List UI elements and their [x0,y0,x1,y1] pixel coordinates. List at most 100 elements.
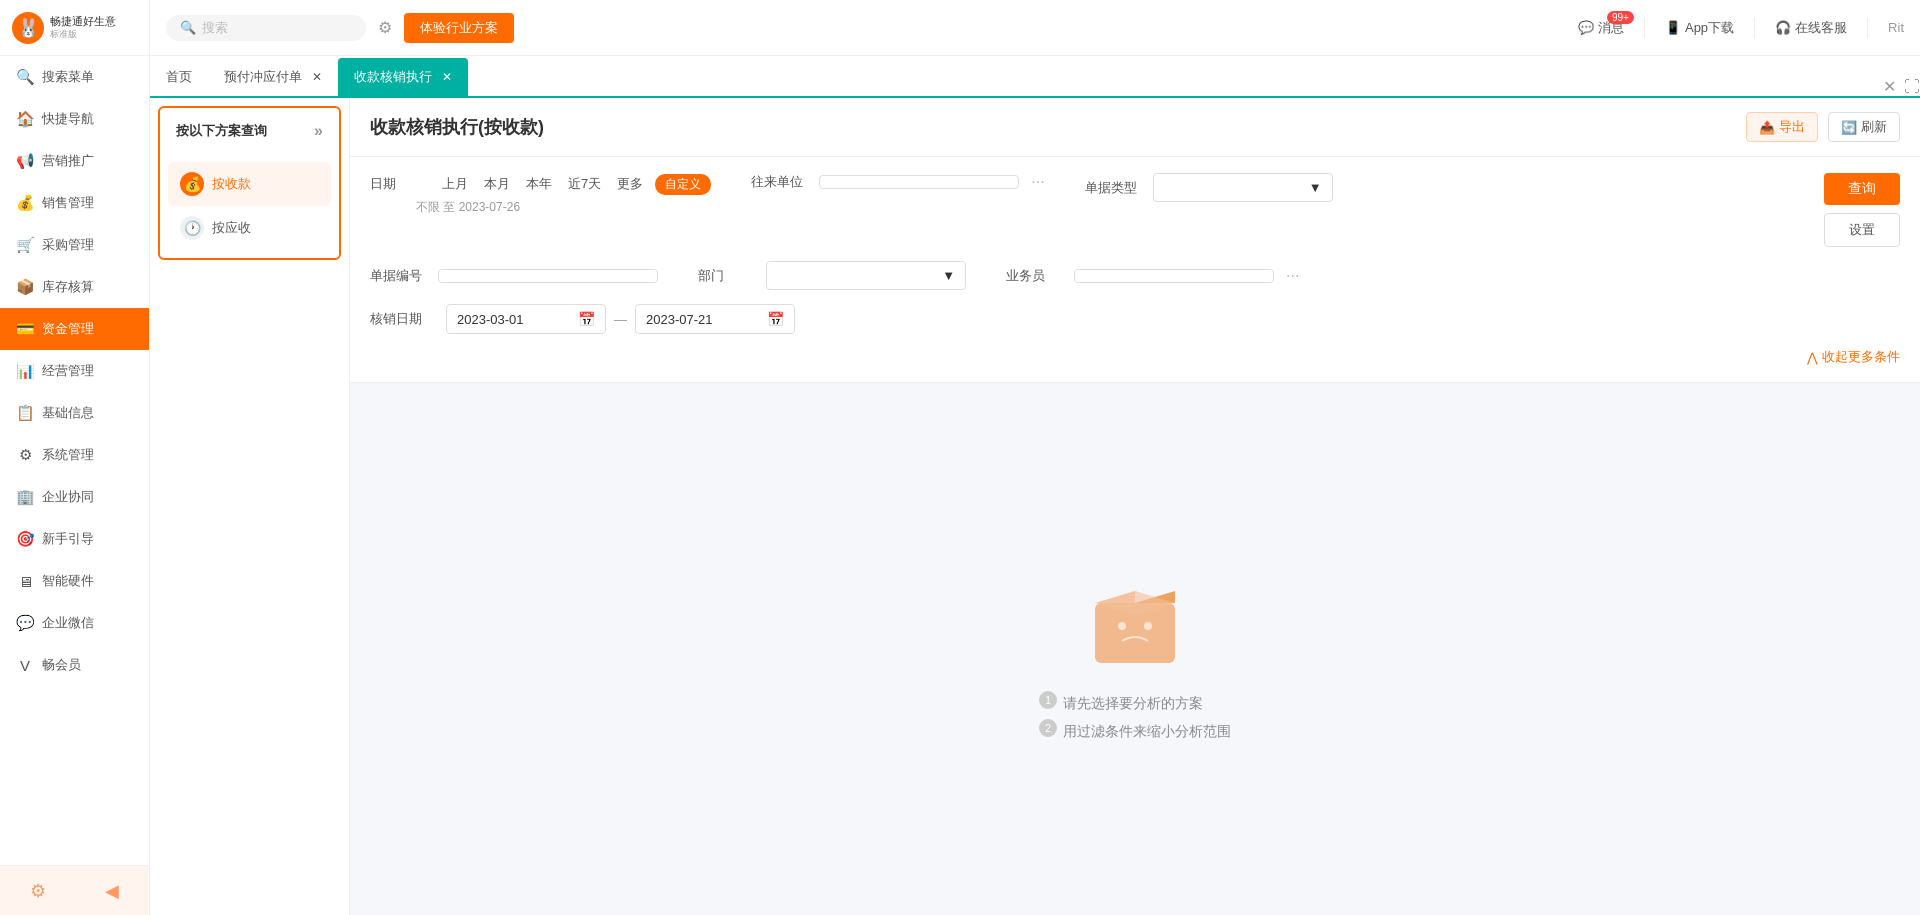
search-placeholder: 搜索 [202,19,228,37]
query-section: 查询 设置 [1824,173,1900,247]
sidebar-item-inventory[interactable]: 📦 库存核算 [0,266,149,308]
tab-receipt-verify-close[interactable]: ✕ [442,70,452,84]
left-item-by-receivable[interactable]: 🕐 按应收 [168,206,331,250]
sidebar-item-finance[interactable]: 💳 资金管理 [0,308,149,350]
sidebar-item-guide[interactable]: 🎯 新手引导 [0,518,149,560]
divider-1 [1644,18,1645,38]
tab-receipt-verify-label: 收款核销执行 [354,68,432,86]
empty-svg-icon [1075,553,1195,673]
headset-icon: 🎧 [1775,20,1791,35]
sidebar-item-wechat[interactable]: 💬 企业微信 [0,602,149,644]
basic-label: 基础信息 [42,404,94,422]
empty-tip-1: 1 请先选择要分析的方案 [1039,689,1231,717]
tab-home[interactable]: 首页 [150,58,208,96]
search-label: 搜索菜单 [42,68,94,86]
doc-type-select[interactable]: ▼ [1153,173,1333,202]
by-receipt-icon: 💰 [180,172,204,196]
tab-receipt-verify[interactable]: 收款核销执行 ✕ [338,58,468,96]
filter-area: 日期 上月 本月 本年 近7天 更多 自定义 不限 至 2023-0 [350,157,1920,383]
sidebar-item-enterprise[interactable]: 🏢 企业协同 [0,476,149,518]
tab-home-label: 首页 [166,68,192,86]
sidebar-item-basic[interactable]: 📋 基础信息 [0,392,149,434]
tabs-bar: 首页 预付冲应付单 ✕ 收款核销执行 ✕ ✕ ⛶ [150,56,1920,98]
staff-more-icon[interactable]: ··· [1286,267,1299,285]
collapse-panel-icon[interactable]: » [314,122,323,140]
staff-input[interactable] [1074,269,1274,283]
left-panel-items: 💰 按收款 🕐 按应收 [160,154,339,258]
finance-icon: 💳 [16,320,34,338]
empty-tips: 1 请先选择要分析的方案 2 用过滤条件来缩小分析范围 [1039,689,1231,745]
sidebar-item-quicknav[interactable]: 🏠 快捷导航 [0,98,149,140]
calendar-start-icon[interactable]: 📅 [578,311,595,327]
date-btn-this-month[interactable]: 本月 [480,173,514,195]
left-item-by-receipt[interactable]: 💰 按收款 [168,162,331,206]
doc-no-label: 单据编号 [370,267,430,285]
doc-type-dropdown-icon: ▼ [1309,180,1322,195]
verify-date-end-input[interactable]: 2023-07-21 📅 [635,304,795,334]
svg-point-4 [1118,622,1126,630]
doc-no-input[interactable] [438,269,658,283]
verify-date-label: 核销日期 [370,310,430,328]
dept-select[interactable]: ▼ [766,261,966,290]
page-title: 收款核销执行(按收款) [370,115,544,139]
solution-button[interactable]: 体验行业方案 [404,13,514,43]
inventory-label: 库存核算 [42,278,94,296]
sidebar-item-search[interactable]: 🔍 搜索菜单 [0,56,149,98]
service-label: 在线客服 [1795,19,1847,37]
verify-date-start-input[interactable]: 2023-03-01 📅 [446,304,606,334]
settings-icon[interactable]: ⚙ [30,880,46,902]
app-name: 畅捷通好生意 [50,14,116,28]
counterpart-input[interactable] [819,175,1019,189]
date-separator: — [614,312,627,327]
marketing-label: 营销推广 [42,152,94,170]
messages-button[interactable]: 💬 消息 99+ [1578,19,1624,37]
collapse-more-btn[interactable]: ⋀ 收起更多条件 [1807,348,1900,366]
wechat-icon: 💬 [16,614,34,632]
operations-icon: 📊 [16,362,34,380]
tab-prepay-close[interactable]: ✕ [312,70,322,84]
user-name[interactable]: Rit [1888,20,1904,35]
date-btn-custom[interactable]: 自定义 [655,174,711,195]
gear-icon[interactable]: ⚙ [378,18,392,37]
dept-dropdown-icon: ▼ [942,268,955,283]
close-window-icon[interactable]: ✕ [1883,77,1896,96]
expand-window-icon[interactable]: ⛶ [1904,78,1920,96]
sidebar-item-sales[interactable]: 💰 销售管理 [0,182,149,224]
verify-date-range: 2023-03-01 📅 — 2023-07-21 📅 [446,304,795,334]
tab-prepay[interactable]: 预付冲应付单 ✕ [208,58,338,96]
date-btn-7days[interactable]: 近7天 [564,173,605,195]
doc-type-label: 单据类型 [1085,179,1145,197]
export-button[interactable]: 📤 导出 [1746,112,1818,142]
date-btn-more[interactable]: 更多 [613,173,647,195]
logo-icon: 🐰 [12,12,44,44]
sidebar-item-member[interactable]: V 畅会员 [0,644,149,686]
refresh-label: 刷新 [1861,118,1887,136]
sidebar: 🐰 畅捷通好生意 标准版 🔍 搜索菜单 🏠 快捷导航 📢 营销推广 💰 销售管理… [0,0,150,915]
calendar-end-icon[interactable]: 📅 [767,311,784,327]
date-btn-last-month[interactable]: 上月 [438,173,472,195]
divider-3 [1867,18,1868,38]
inventory-icon: 📦 [16,278,34,296]
tip-text-1: 请先选择要分析的方案 [1063,689,1203,717]
sidebar-item-purchase[interactable]: 🛒 采购管理 [0,224,149,266]
app-download-button[interactable]: 📱 App下载 [1665,19,1734,37]
sidebar-item-operations[interactable]: 📊 经营管理 [0,350,149,392]
query-button[interactable]: 查询 [1824,173,1900,205]
sidebar-item-system[interactable]: ⚙ 系统管理 [0,434,149,476]
tab-prepay-label: 预付冲应付单 [224,68,302,86]
sidebar-item-marketing[interactable]: 📢 营销推广 [0,140,149,182]
collapse-icon[interactable]: ◀ [105,880,119,902]
message-icon: 💬 [1578,20,1594,35]
sidebar-item-hardware[interactable]: 🖥 智能硬件 [0,560,149,602]
phone-icon: 📱 [1665,20,1681,35]
online-service-button[interactable]: 🎧 在线客服 [1775,19,1847,37]
date-btn-this-year[interactable]: 本年 [522,173,556,195]
counterpart-label: 往来单位 [751,173,811,191]
hardware-icon: 🖥 [16,572,34,590]
page-header: 收款核销执行(按收款) 📤 导出 🔄 刷新 [350,98,1920,157]
tip-num-2: 2 [1039,719,1057,737]
search-box[interactable]: 🔍 搜索 [166,15,366,41]
refresh-button[interactable]: 🔄 刷新 [1828,112,1900,142]
counterpart-more-icon[interactable]: ··· [1031,173,1044,191]
setting-button[interactable]: 设置 [1824,213,1900,247]
